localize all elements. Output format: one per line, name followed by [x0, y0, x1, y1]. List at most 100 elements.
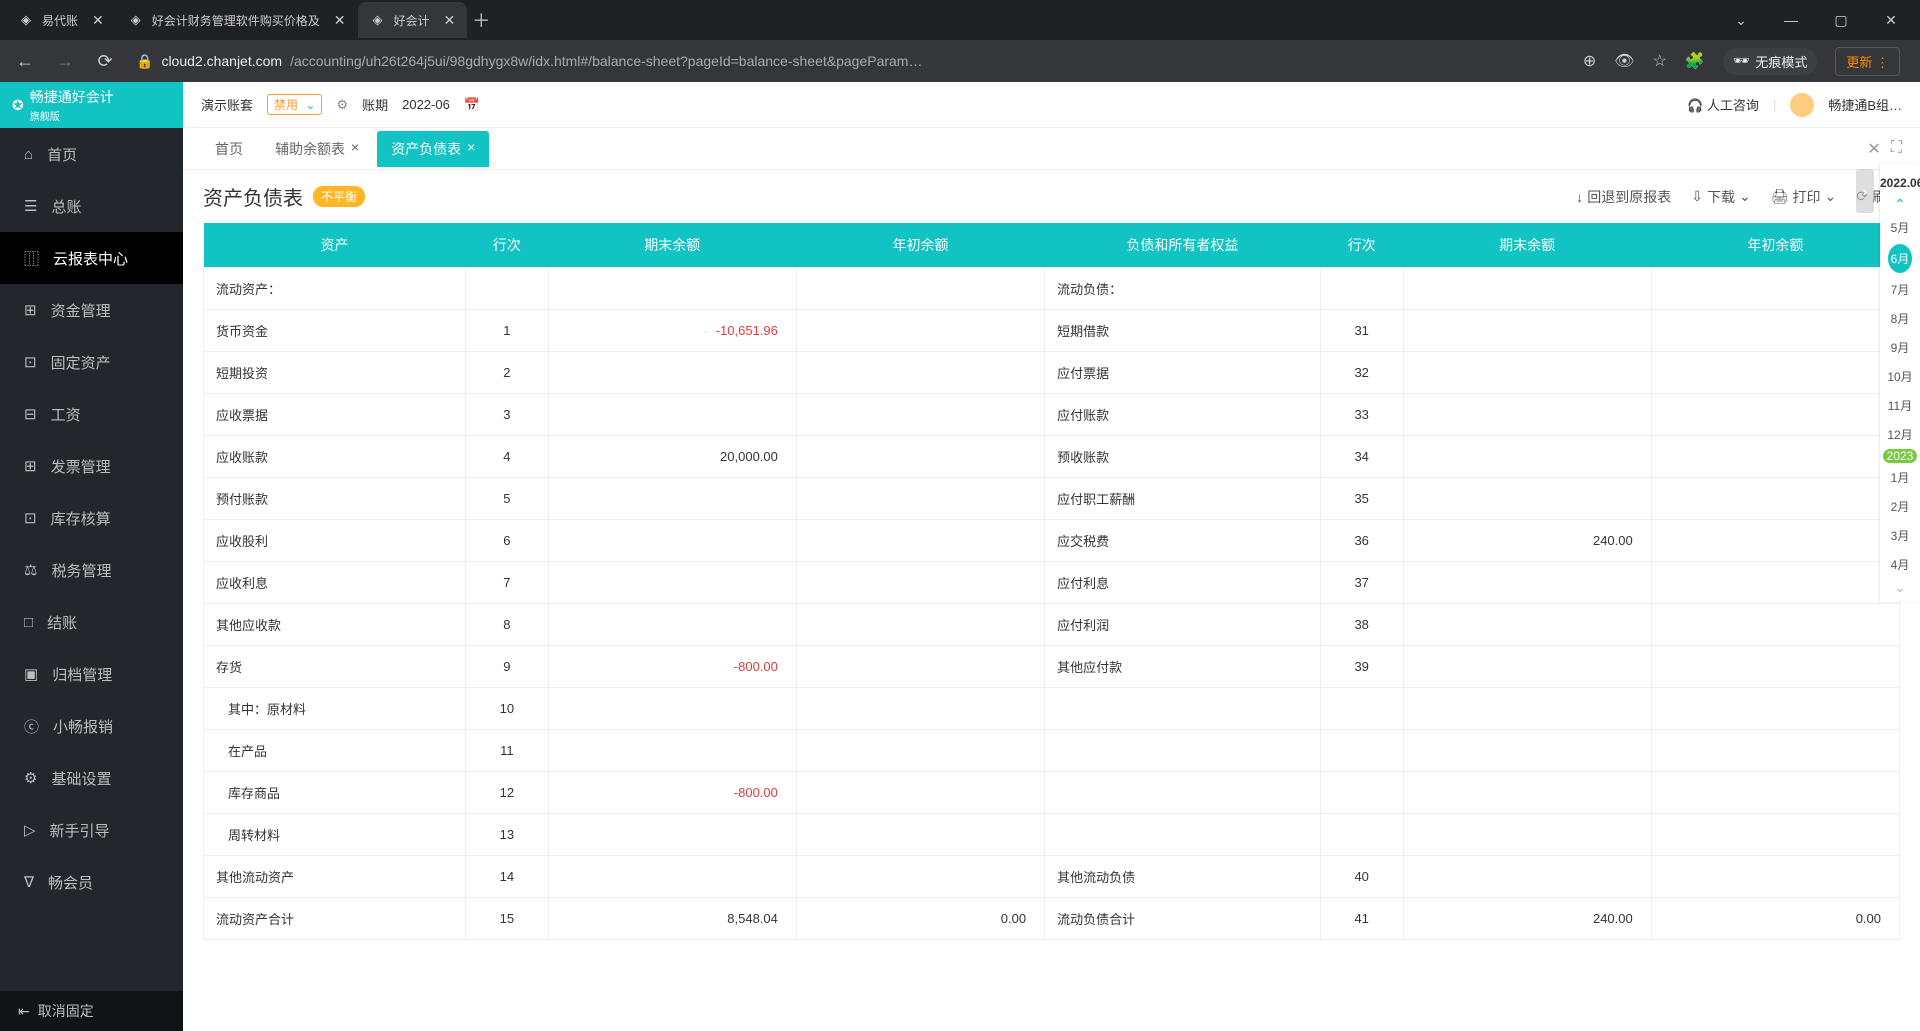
unpin-button[interactable]: ⇤ 取消固定	[0, 991, 183, 1031]
asset-name[interactable]: 存货	[204, 646, 466, 688]
browser-tab[interactable]: ◈好会计财务管理软件购买价格及✕	[116, 2, 358, 38]
year-begin[interactable]	[1651, 856, 1899, 898]
period-end[interactable]	[1403, 856, 1651, 898]
period-end[interactable]	[548, 520, 796, 562]
close-icon[interactable]: ×	[467, 139, 475, 159]
year-begin[interactable]	[796, 646, 1044, 688]
asset-name[interactable]: 库存商品	[204, 772, 466, 814]
period-end[interactable]: -10,651.96	[548, 310, 796, 352]
liability-name[interactable]	[1045, 688, 1321, 730]
sidebar-item[interactable]: ⚙基础设置	[0, 752, 183, 804]
period-end[interactable]: 8,548.04	[548, 898, 796, 940]
year-begin[interactable]	[796, 772, 1044, 814]
period-end[interactable]	[1403, 394, 1651, 436]
asset-name[interactable]: 其中：原材料	[204, 688, 466, 730]
month-option[interactable]: 4月	[1880, 550, 1920, 579]
month-option[interactable]: 6月	[1888, 244, 1912, 273]
asset-name[interactable]: 流动资产合计	[204, 898, 466, 940]
update-button[interactable]: 更新 ⋮	[1835, 47, 1900, 76]
period-end[interactable]	[548, 268, 796, 310]
liability-name[interactable]: 预收账款	[1045, 436, 1321, 478]
month-option[interactable]: 7月	[1880, 275, 1920, 304]
new-tab-button[interactable]: ＋	[467, 7, 495, 33]
minimize-button[interactable]: ―	[1768, 12, 1814, 29]
year-begin[interactable]	[1651, 436, 1899, 478]
sidebar-item[interactable]: ⚖税务管理	[0, 544, 183, 596]
year-begin[interactable]	[1651, 604, 1899, 646]
liability-name[interactable]: 应交税费	[1045, 520, 1321, 562]
star-icon[interactable]: ☆	[1653, 51, 1667, 71]
period-end[interactable]: -800.00	[548, 772, 796, 814]
liability-name[interactable]: 应付票据	[1045, 352, 1321, 394]
liability-name[interactable]	[1045, 814, 1321, 856]
up-arrow-icon[interactable]: ⌃	[1880, 196, 1920, 213]
period-end[interactable]: 240.00	[1403, 520, 1651, 562]
year-begin[interactable]	[796, 394, 1044, 436]
period-end[interactable]	[1403, 772, 1651, 814]
year-begin[interactable]	[1651, 772, 1899, 814]
period-end[interactable]	[1403, 814, 1651, 856]
year-begin[interactable]	[1651, 688, 1899, 730]
period-end[interactable]	[548, 730, 796, 772]
liability-name[interactable]: 其他流动负债	[1045, 856, 1321, 898]
year-begin[interactable]	[796, 688, 1044, 730]
period-end[interactable]	[1403, 562, 1651, 604]
month-option[interactable]: 10月	[1880, 362, 1920, 391]
month-option[interactable]: 5月	[1880, 213, 1920, 242]
sidebar-item[interactable]: ▷新手引导	[0, 804, 183, 856]
username[interactable]: 畅捷通B组…	[1828, 95, 1902, 114]
year-begin[interactable]	[796, 730, 1044, 772]
browser-tab[interactable]: ◈好会计✕	[358, 2, 468, 38]
period-end[interactable]	[1403, 478, 1651, 520]
period-end[interactable]	[548, 814, 796, 856]
sidebar-item[interactable]: ∇畅会员	[0, 856, 183, 908]
sidebar-item[interactable]: ⌂首页	[0, 128, 183, 180]
period-end[interactable]	[1403, 310, 1651, 352]
gear-icon[interactable]: ⚙	[336, 97, 348, 113]
year-begin[interactable]	[1651, 646, 1899, 688]
asset-name[interactable]: 其他应收款	[204, 604, 466, 646]
page-tab[interactable]: 首页	[201, 131, 257, 167]
period-end[interactable]	[1403, 730, 1651, 772]
period-end[interactable]	[548, 688, 796, 730]
back-button[interactable]: ←	[10, 51, 40, 72]
maximize-button[interactable]: ▢	[1818, 12, 1864, 29]
year-begin[interactable]	[1651, 478, 1899, 520]
page-tab[interactable]: 资产负债表×	[377, 131, 489, 167]
close-tab-icon[interactable]: ✕	[92, 12, 104, 29]
period-end[interactable]	[1403, 436, 1651, 478]
sidebar-item[interactable]: ⊞资金管理	[0, 284, 183, 336]
period-end[interactable]	[1403, 352, 1651, 394]
year-begin[interactable]	[796, 436, 1044, 478]
sidebar-item[interactable]: ⊞发票管理	[0, 440, 183, 492]
month-option[interactable]: 2月	[1880, 492, 1920, 521]
asset-name[interactable]: 应收票据	[204, 394, 466, 436]
asset-name[interactable]: 短期投资	[204, 352, 466, 394]
year-begin[interactable]	[796, 856, 1044, 898]
period-end[interactable]	[548, 352, 796, 394]
url-field[interactable]: 🔒 cloud2.chanjet.com/accounting/uh26t264…	[130, 53, 1563, 70]
close-tab-icon[interactable]: ✕	[334, 12, 346, 29]
year-begin[interactable]	[796, 520, 1044, 562]
liability-name[interactable]: 应付利息	[1045, 562, 1321, 604]
next-year-pill[interactable]: 2023	[1883, 449, 1918, 463]
period-end[interactable]	[1403, 646, 1651, 688]
liability-name[interactable]: 应付职工薪酬	[1045, 478, 1321, 520]
month-option[interactable]: 9月	[1880, 333, 1920, 362]
asset-name[interactable]: 流动资产：	[204, 268, 466, 310]
forward-button[interactable]: →	[50, 51, 80, 72]
year-begin[interactable]	[1651, 520, 1899, 562]
close-window-button[interactable]: ✕	[1868, 12, 1914, 29]
month-option[interactable]: 3月	[1880, 521, 1920, 550]
year-begin[interactable]	[796, 814, 1044, 856]
reload-button[interactable]: ⟳	[90, 51, 120, 72]
asset-name[interactable]: 货币资金	[204, 310, 466, 352]
liability-name[interactable]: 流动负债合计	[1045, 898, 1321, 940]
period-end[interactable]	[1403, 604, 1651, 646]
liability-name[interactable]: 短期借款	[1045, 310, 1321, 352]
asset-name[interactable]: 应收股利	[204, 520, 466, 562]
sidebar-item[interactable]: ▣归档管理	[0, 648, 183, 700]
period-end[interactable]	[548, 562, 796, 604]
period-end[interactable]: -800.00	[548, 646, 796, 688]
asset-name[interactable]: 应收账款	[204, 436, 466, 478]
